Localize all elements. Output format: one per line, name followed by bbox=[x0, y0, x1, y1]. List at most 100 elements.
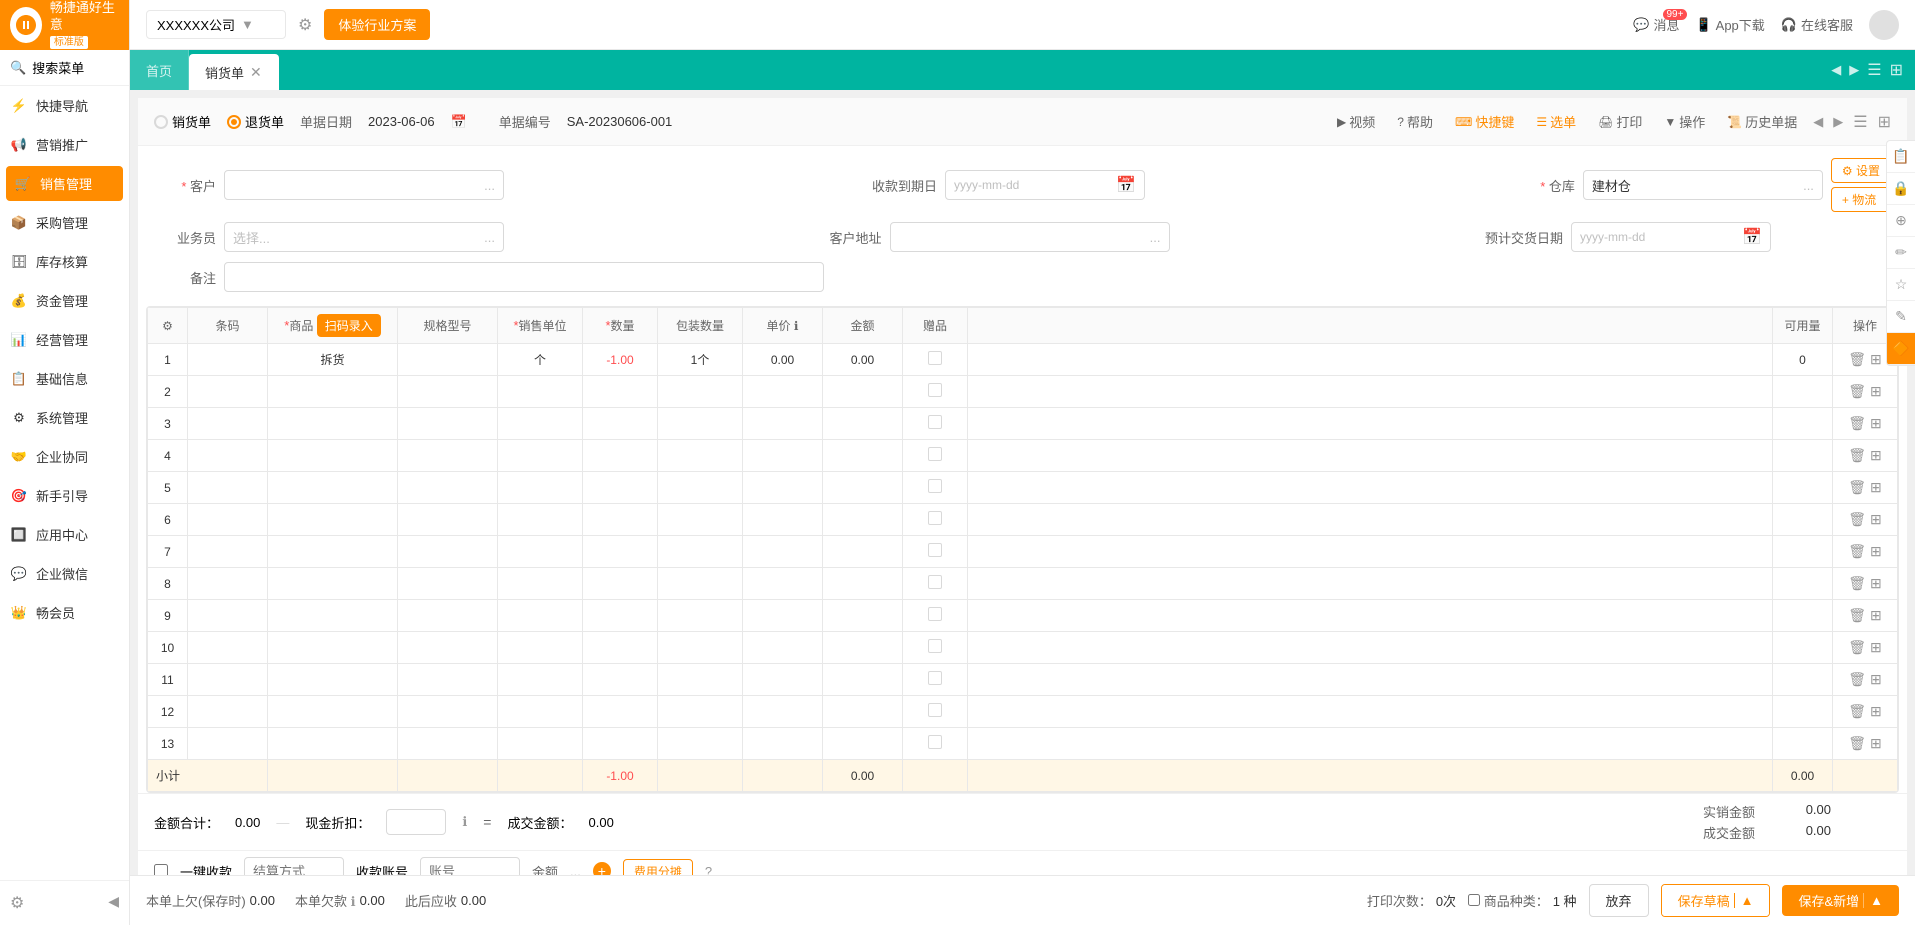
cell-gift[interactable] bbox=[903, 632, 968, 664]
tab-nav-next-icon[interactable]: ▶ bbox=[1845, 62, 1863, 78]
warehouse-ellipsis[interactable]: ... bbox=[1799, 178, 1814, 193]
cell-product[interactable] bbox=[268, 536, 398, 568]
cell-unit[interactable] bbox=[498, 472, 583, 504]
cell-qty[interactable] bbox=[583, 728, 658, 760]
cell-amount[interactable]: 0.00 bbox=[823, 344, 903, 376]
cell-note[interactable] bbox=[968, 408, 1773, 440]
copy-row-button[interactable]: ⊞ bbox=[1868, 543, 1884, 560]
cash-discount-input[interactable] bbox=[386, 809, 446, 835]
gift-checkbox[interactable] bbox=[928, 415, 942, 429]
sidebar-item-operation[interactable]: 📊 经营管理 bbox=[0, 320, 129, 359]
copy-row-button[interactable]: ⊞ bbox=[1868, 575, 1884, 592]
cell-amount[interactable] bbox=[823, 440, 903, 472]
cell-unit[interactable] bbox=[498, 600, 583, 632]
cell-unit[interactable] bbox=[498, 536, 583, 568]
cell-unit[interactable] bbox=[498, 728, 583, 760]
cell-barcode[interactable] bbox=[188, 600, 268, 632]
sidebar-item-sales[interactable]: 🛒 销售管理 bbox=[6, 166, 123, 201]
cell-price[interactable]: 0.00 bbox=[743, 344, 823, 376]
cell-note[interactable] bbox=[968, 568, 1773, 600]
save-new-dropdown-icon[interactable]: ▲ bbox=[1863, 893, 1883, 908]
cell-product[interactable] bbox=[268, 568, 398, 600]
remarks-input[interactable] bbox=[224, 262, 824, 292]
cell-gift[interactable] bbox=[903, 376, 968, 408]
cell-price[interactable] bbox=[743, 408, 823, 440]
copy-row-button[interactable]: ⊞ bbox=[1868, 415, 1884, 432]
cell-qty[interactable] bbox=[583, 376, 658, 408]
cell-gift[interactable] bbox=[903, 728, 968, 760]
sidebar-item-wechat[interactable]: 💬 企业微信 bbox=[0, 554, 129, 593]
cell-barcode[interactable] bbox=[188, 440, 268, 472]
sidebar-item-marketing[interactable]: 📢 营销推广 bbox=[0, 125, 129, 164]
cell-spec[interactable] bbox=[398, 536, 498, 568]
cell-spec[interactable] bbox=[398, 632, 498, 664]
cell-gift[interactable] bbox=[903, 504, 968, 536]
print-btn[interactable]: 🖨 打印 bbox=[1592, 110, 1648, 133]
cell-note[interactable] bbox=[968, 472, 1773, 504]
copy-row-button[interactable]: ⊞ bbox=[1868, 703, 1884, 720]
cell-unit[interactable] bbox=[498, 568, 583, 600]
cell-price[interactable] bbox=[743, 600, 823, 632]
cell-spec[interactable] bbox=[398, 600, 498, 632]
cell-qty[interactable] bbox=[583, 568, 658, 600]
copy-row-button[interactable]: ⊞ bbox=[1868, 447, 1884, 464]
due-date-input[interactable]: yyyy-mm-dd 📅 bbox=[945, 170, 1145, 200]
expected-date-calendar-icon[interactable]: 📅 bbox=[1742, 227, 1762, 247]
sidebar-item-quick-nav[interactable]: ⚡ 快捷导航 bbox=[0, 86, 129, 125]
product-type-checkbox[interactable] bbox=[1468, 894, 1480, 906]
cell-spec[interactable] bbox=[398, 440, 498, 472]
sidebar-item-finance[interactable]: 💰 资金管理 bbox=[0, 281, 129, 320]
gift-checkbox[interactable] bbox=[928, 479, 942, 493]
cell-amount[interactable] bbox=[823, 568, 903, 600]
logistics-button[interactable]: + 物流 bbox=[1831, 187, 1891, 212]
col-settings-header[interactable]: ⚙ bbox=[148, 308, 188, 344]
cell-pkg-qty[interactable]: 1个 bbox=[658, 344, 743, 376]
sidebar-item-purchase[interactable]: 📦 采购管理 bbox=[0, 203, 129, 242]
cell-unit[interactable] bbox=[498, 408, 583, 440]
delete-row-button[interactable]: 🗑 bbox=[1846, 735, 1868, 752]
cell-product[interactable] bbox=[268, 632, 398, 664]
cell-note[interactable] bbox=[968, 664, 1773, 696]
cell-pkg-qty[interactable] bbox=[658, 376, 743, 408]
cell-unit[interactable] bbox=[498, 376, 583, 408]
cell-product[interactable] bbox=[268, 376, 398, 408]
cell-barcode[interactable] bbox=[188, 376, 268, 408]
message-button[interactable]: 💬 消息 99+ bbox=[1633, 15, 1679, 34]
delete-row-button[interactable]: 🗑 bbox=[1846, 511, 1868, 528]
save-draft-dropdown-icon[interactable]: ▲ bbox=[1734, 893, 1754, 908]
cell-qty[interactable] bbox=[583, 600, 658, 632]
delete-row-button[interactable]: 🗑 bbox=[1846, 479, 1868, 496]
cell-amount[interactable] bbox=[823, 664, 903, 696]
cell-unit[interactable] bbox=[498, 440, 583, 472]
select-btn[interactable]: ☰ 选单 bbox=[1530, 110, 1582, 133]
cell-barcode[interactable] bbox=[188, 344, 268, 376]
delete-row-button[interactable]: 🗑 bbox=[1846, 543, 1868, 560]
sidebar-item-system[interactable]: ⚙ 系统管理 bbox=[0, 398, 129, 437]
cell-product[interactable] bbox=[268, 472, 398, 504]
cell-unit[interactable]: 个 bbox=[498, 344, 583, 376]
cell-qty[interactable] bbox=[583, 632, 658, 664]
cell-pkg-qty[interactable] bbox=[658, 696, 743, 728]
sidebar-collapse-icon[interactable]: ◀ bbox=[108, 893, 119, 913]
cell-amount[interactable] bbox=[823, 376, 903, 408]
cell-price[interactable] bbox=[743, 664, 823, 696]
cell-price[interactable] bbox=[743, 632, 823, 664]
cell-product[interactable] bbox=[268, 696, 398, 728]
cell-qty[interactable] bbox=[583, 664, 658, 696]
customer-input[interactable]: ... bbox=[224, 170, 504, 200]
cell-spec[interactable] bbox=[398, 696, 498, 728]
cell-amount[interactable] bbox=[823, 696, 903, 728]
cell-barcode[interactable] bbox=[188, 472, 268, 504]
customer-addr-ellipsis[interactable]: ... bbox=[1146, 230, 1161, 245]
cell-amount[interactable] bbox=[823, 632, 903, 664]
tab-layout-icon1[interactable]: ☰ bbox=[1863, 60, 1885, 80]
cell-note[interactable] bbox=[968, 504, 1773, 536]
layout-icon1[interactable]: ☰ bbox=[1853, 112, 1867, 132]
delete-row-button[interactable]: 🗑 bbox=[1846, 639, 1868, 656]
delete-row-button[interactable]: 🗑 bbox=[1846, 703, 1868, 720]
date-calendar-icon[interactable]: 📅 bbox=[451, 114, 467, 130]
cell-note[interactable] bbox=[968, 632, 1773, 664]
tab-close-icon[interactable]: ✕ bbox=[250, 64, 262, 81]
delete-row-button[interactable]: 🗑 bbox=[1846, 671, 1868, 688]
cell-qty[interactable] bbox=[583, 504, 658, 536]
